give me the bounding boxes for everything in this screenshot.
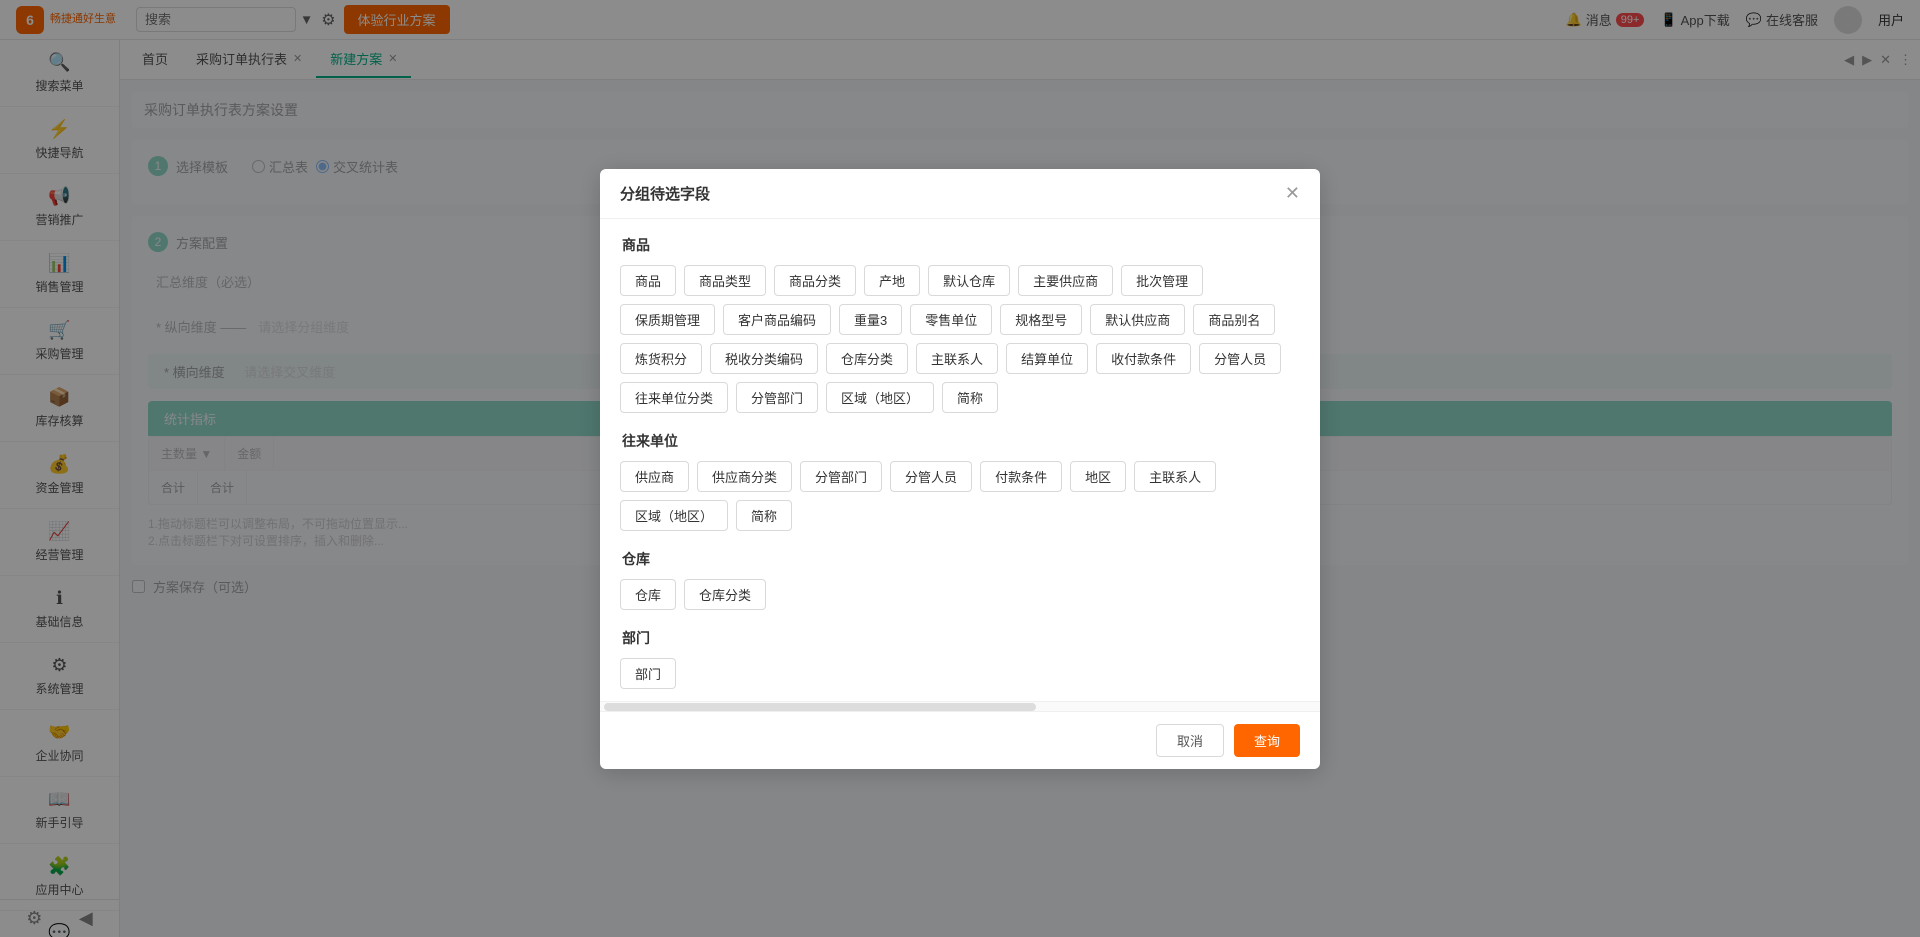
field-group-2: 仓库仓库仓库分类	[620, 549, 1300, 610]
field-item-0-22[interactable]: 分管部门	[736, 382, 818, 413]
field-item-1-8[interactable]: 简称	[736, 500, 792, 531]
field-group-title-0: 商品	[620, 235, 1300, 255]
field-item-0-8[interactable]: 客户商品编码	[723, 304, 831, 335]
field-item-0-16[interactable]: 仓库分类	[826, 343, 908, 374]
field-item-1-6[interactable]: 主联系人	[1134, 461, 1216, 492]
field-item-0-2[interactable]: 商品分类	[774, 265, 856, 296]
field-item-0-12[interactable]: 默认供应商	[1090, 304, 1185, 335]
field-group-title-2: 仓库	[620, 549, 1300, 569]
field-item-0-13[interactable]: 商品别名	[1193, 304, 1275, 335]
field-item-0-23[interactable]: 区域（地区）	[826, 382, 934, 413]
field-item-2-0[interactable]: 仓库	[620, 579, 676, 610]
dialog-hscroll-bar	[604, 703, 1036, 711]
field-item-1-5[interactable]: 地区	[1070, 461, 1126, 492]
field-group-0: 商品商品商品类型商品分类产地默认仓库主要供应商批次管理保质期管理客户商品编码重量…	[620, 235, 1300, 413]
field-item-2-1[interactable]: 仓库分类	[684, 579, 766, 610]
field-item-0-11[interactable]: 规格型号	[1000, 304, 1082, 335]
field-item-0-14[interactable]: 炼货积分	[620, 343, 702, 374]
field-item-0-10[interactable]: 零售单位	[910, 304, 992, 335]
field-select-dialog: 分组待选字段 ✕ 商品商品商品类型商品分类产地默认仓库主要供应商批次管理保质期管…	[600, 169, 1320, 769]
cancel-button[interactable]: 取消	[1156, 724, 1224, 757]
field-item-0-6[interactable]: 批次管理	[1121, 265, 1203, 296]
field-item-1-1[interactable]: 供应商分类	[697, 461, 792, 492]
field-item-0-3[interactable]: 产地	[864, 265, 920, 296]
field-item-1-4[interactable]: 付款条件	[980, 461, 1062, 492]
field-list-1: 供应商供应商分类分管部门分管人员付款条件地区主联系人区域（地区） 简称	[620, 461, 1300, 531]
field-group-3: 部门部门	[620, 628, 1300, 689]
dialog-hscroll	[600, 701, 1320, 711]
field-group-title-1: 往来单位	[620, 431, 1300, 451]
field-group-1: 往来单位供应商供应商分类分管部门分管人员付款条件地区主联系人区域（地区） 简称	[620, 431, 1300, 531]
field-item-0-9[interactable]: 重量3	[839, 304, 902, 335]
field-item-1-0[interactable]: 供应商	[620, 461, 689, 492]
field-group-title-3: 部门	[620, 628, 1300, 648]
field-list-2: 仓库仓库分类	[620, 579, 1300, 610]
field-item-3-0[interactable]: 部门	[620, 658, 676, 689]
field-item-0-7[interactable]: 保质期管理	[620, 304, 715, 335]
field-item-0-1[interactable]: 商品类型	[684, 265, 766, 296]
field-item-1-7[interactable]: 区域（地区）	[620, 500, 728, 531]
field-item-0-20[interactable]: 分管人员	[1199, 343, 1281, 374]
field-item-0-4[interactable]: 默认仓库	[928, 265, 1010, 296]
field-item-0-18[interactable]: 结算单位	[1006, 343, 1088, 374]
field-item-0-0[interactable]: 商品	[620, 265, 676, 296]
dialog-overlay: 分组待选字段 ✕ 商品商品商品类型商品分类产地默认仓库主要供应商批次管理保质期管…	[0, 0, 1920, 937]
dialog-header: 分组待选字段 ✕	[600, 169, 1320, 219]
field-item-0-5[interactable]: 主要供应商	[1018, 265, 1113, 296]
confirm-button[interactable]: 查询	[1234, 724, 1300, 757]
dialog-body[interactable]: 商品商品商品类型商品分类产地默认仓库主要供应商批次管理保质期管理客户商品编码重量…	[600, 219, 1320, 701]
dialog-close-button[interactable]: ✕	[1285, 183, 1300, 204]
field-item-0-15[interactable]: 税收分类编码	[710, 343, 818, 374]
field-item-1-2[interactable]: 分管部门	[800, 461, 882, 492]
field-item-0-21[interactable]: 往来单位分类	[620, 382, 728, 413]
field-list-3: 部门	[620, 658, 1300, 689]
field-list-0: 商品商品类型商品分类产地默认仓库主要供应商批次管理保质期管理客户商品编码重量3 零…	[620, 265, 1300, 413]
field-item-0-19[interactable]: 收付款条件	[1096, 343, 1191, 374]
field-item-0-24[interactable]: 简称	[942, 382, 998, 413]
dialog-footer: 取消 查询	[600, 711, 1320, 769]
dialog-title: 分组待选字段	[620, 183, 710, 204]
field-item-0-17[interactable]: 主联系人	[916, 343, 998, 374]
field-item-1-3[interactable]: 分管人员	[890, 461, 972, 492]
